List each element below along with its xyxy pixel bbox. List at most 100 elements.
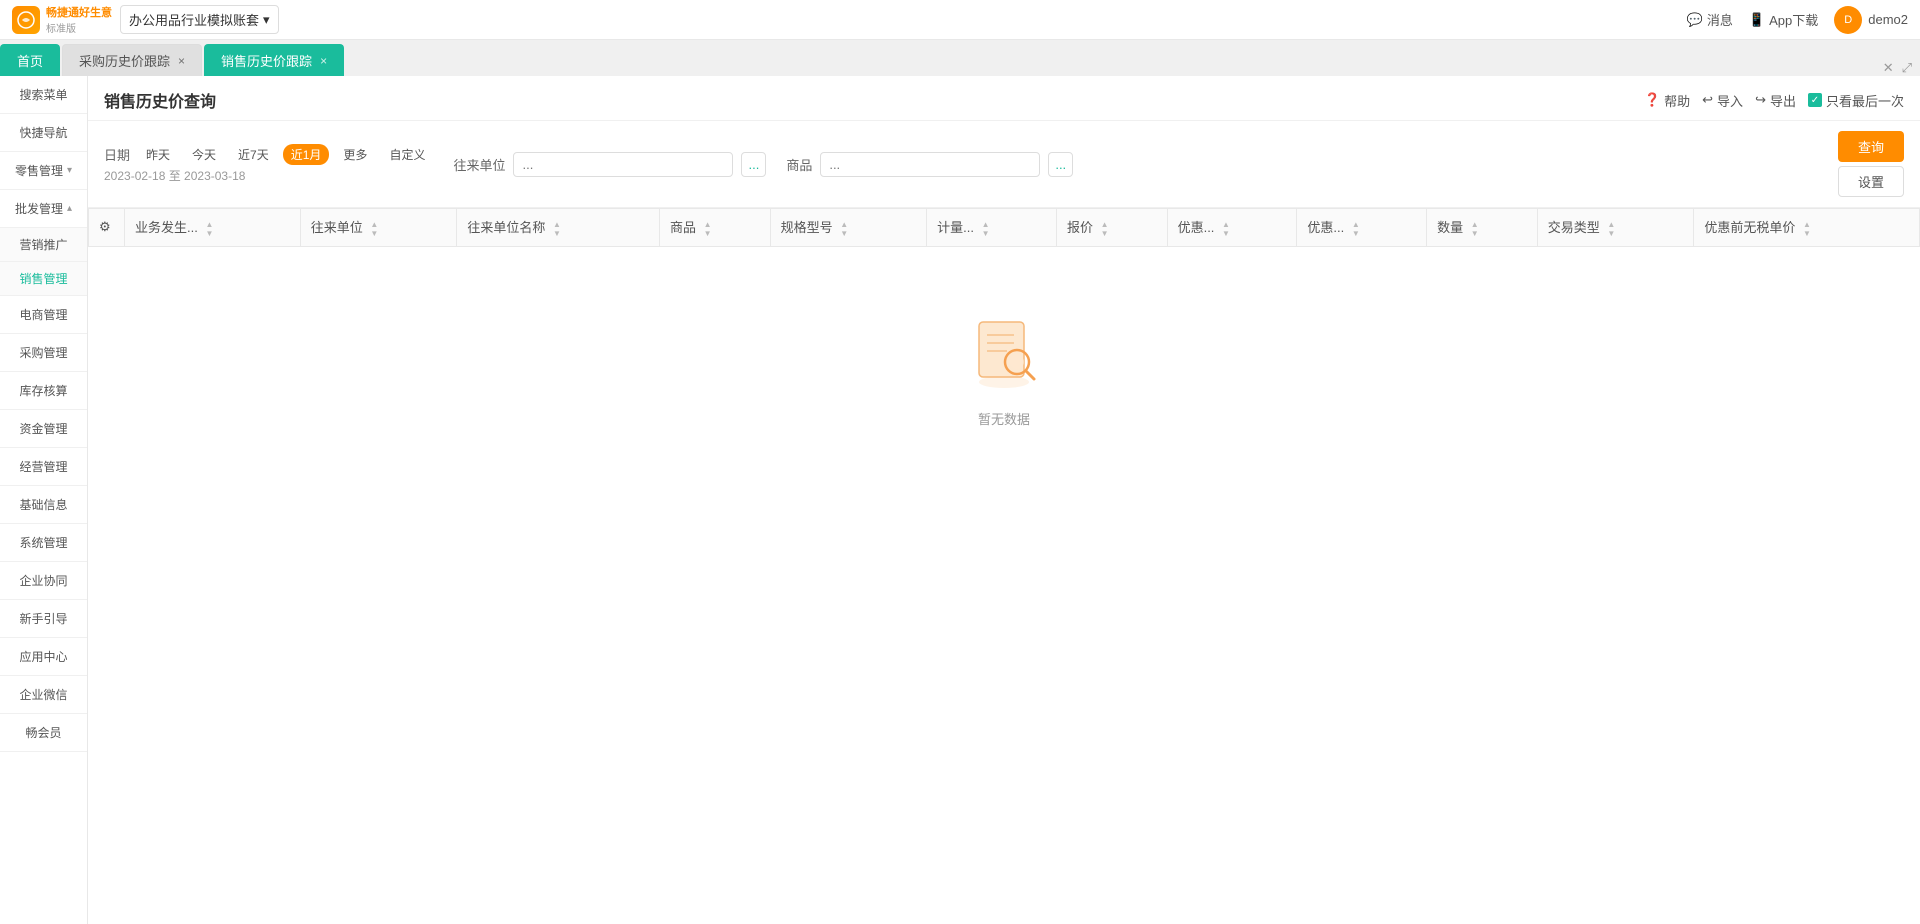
tab-purchase-history[interactable]: 采购历史价跟踪 × [62,44,202,76]
sidebar-sales-mgmt-label: 销售管理 [19,272,67,286]
sidebar-wholesale-label: 批发管理 [15,200,63,217]
sales-history-tab-close[interactable]: × [320,54,327,68]
sidebar-marketing-label: 营销推广 [19,238,67,252]
sort-price-icon: ▲▼ [1101,220,1109,238]
purchase-history-tab-label: 采购历史价跟踪 [79,51,170,70]
sales-history-tab-label: 销售历史价跟踪 [221,51,312,70]
gear-icon[interactable]: ⚙ [99,219,111,234]
table-col-quantity[interactable]: 数量 ▲▼ [1427,209,1538,247]
sidebar-item-finance[interactable]: 资金管理 [0,410,87,448]
sidebar-item-enterprise-wechat[interactable]: 企业微信 [0,676,87,714]
export-btn[interactable]: ↪ 导出 [1755,91,1796,110]
sidebar-item-enterprise-collab[interactable]: 企业协同 [0,562,87,600]
sidebar-item-retail-mgmt[interactable]: 零售管理 ▾ [0,152,87,190]
date-tab-today[interactable]: 今天 [184,144,224,165]
sidebar-item-quick-nav[interactable]: 快捷导航 [0,114,87,152]
filter-bar: 日期 昨天 今天 近7天 近1月 更多 自定义 2023-02-18 至 202… [88,121,1920,208]
sidebar-item-operations[interactable]: 经营管理 [0,448,87,486]
user-area[interactable]: D demo2 [1834,6,1908,34]
table-col-pre-discount-price[interactable]: 优惠前无税单价 ▲▼ [1694,209,1920,247]
sort-unit-icon: ▲▼ [982,220,990,238]
table-col-discount1[interactable]: 优惠... ▲▼ [1167,209,1297,247]
product-filter-group: 商品 ... [786,152,1073,177]
sidebar-item-purchase[interactable]: 采购管理 [0,334,87,372]
sidebar-enterprise-wechat-label: 企业微信 [19,686,67,703]
date-tabs: 昨天 今天 近7天 近1月 更多 自定义 [138,144,433,165]
empty-icon [959,307,1049,397]
sidebar-system-label: 系统管理 [19,534,67,551]
sidebar-search-menu-label: 搜索菜单 [19,86,67,103]
table-col-product[interactable]: 商品 ▲▼ [659,209,770,247]
empty-text: 暂无数据 [978,409,1030,428]
table-col-trade-type[interactable]: 交易类型 ▲▼ [1537,209,1694,247]
header-left: 畅捷通好生意 标准版 办公用品行业模拟账套 ▾ [12,4,279,35]
table-col-partner-name[interactable]: 往来单位名称 ▲▼ [457,209,660,247]
avatar: D [1834,6,1862,34]
partner-ellipsis-btn[interactable]: ... [741,152,766,177]
tab-home[interactable]: 首页 [0,44,60,76]
sidebar-item-basic-info[interactable]: 基础信息 [0,486,87,524]
help-icon: ❓ [1644,92,1660,108]
only-last-checkbox[interactable]: ✓ 只看最后一次 [1808,91,1904,110]
partner-filter-group: 往来单位 ... [453,152,766,177]
message-btn[interactable]: 💬 消息 [1687,10,1733,29]
product-ellipsis-btn[interactable]: ... [1048,152,1073,177]
date-tab-last7days[interactable]: 近7天 [230,144,277,165]
sidebar-item-marketing[interactable]: 营销推广 [0,228,87,262]
sidebar-item-app-center[interactable]: 应用中心 [0,638,87,676]
table-col-partner-code[interactable]: 往来单位 ▲▼ [300,209,457,247]
sidebar-item-inventory[interactable]: 库存核算 [0,372,87,410]
sidebar-item-ecommerce[interactable]: 电商管理 [0,296,87,334]
table-col-unit[interactable]: 计量... ▲▼ [927,209,1057,247]
date-tab-custom[interactable]: 自定义 [381,144,433,165]
sidebar-item-member[interactable]: 畅会员 [0,714,87,752]
product-label: 商品 [786,155,812,174]
page-header: 销售历史价查询 ❓ 帮助 ↩ 导入 ↪ 导出 ✓ [88,76,1920,121]
app-selector[interactable]: 办公用品行业模拟账套 ▾ [120,5,279,34]
message-icon: 💬 [1687,12,1703,28]
data-table: ⚙ 业务发生... ▲▼ 往来单位 ▲▼ 往来单位名称 [88,208,1920,247]
sidebar-item-beginner-guide[interactable]: 新手引导 [0,600,87,638]
page-content: 销售历史价查询 ❓ 帮助 ↩ 导入 ↪ 导出 ✓ [88,76,1920,924]
tab-actions: ✕ ⤢ [1883,60,1920,76]
table-col-biz-date[interactable]: 业务发生... ▲▼ [125,209,301,247]
table-col-spec[interactable]: 规格型号 ▲▼ [770,209,927,247]
sort-partner-name-icon: ▲▼ [553,220,561,238]
sort-pre-discount-price-icon: ▲▼ [1803,220,1811,238]
app-download-btn[interactable]: 📱 App下载 [1749,10,1818,29]
query-btn[interactable]: 查询 [1838,131,1904,162]
tab-close-all-icon[interactable]: ✕ [1883,60,1894,76]
date-tab-yesterday[interactable]: 昨天 [138,144,178,165]
sidebar-inventory-label: 库存核算 [19,382,67,399]
product-input[interactable] [820,152,1040,177]
chevron-down-icon: ▾ [263,12,270,28]
checkbox-icon: ✓ [1808,93,1822,107]
tab-sales-history[interactable]: 销售历史价跟踪 × [204,44,344,76]
import-btn[interactable]: ↩ 导入 [1702,91,1743,110]
sidebar-item-sales-mgmt[interactable]: 销售管理 [0,262,87,296]
header-right: 💬 消息 📱 App下载 D demo2 [1687,6,1908,34]
table-col-discount2[interactable]: 优惠... ▲▼ [1297,209,1427,247]
sort-spec-icon: ▲▼ [840,220,848,238]
sidebar-purchase-label: 采购管理 [19,344,67,361]
empty-state: 暂无数据 [88,247,1920,488]
partner-input[interactable] [513,152,733,177]
sidebar-item-wholesale-mgmt[interactable]: 批发管理 ▴ [0,190,87,228]
main-layout: 搜索菜单 快捷导航 零售管理 ▾ 批发管理 ▴ 营销推广 销售管理 电商管理 采… [0,76,1920,924]
sidebar-operations-label: 经营管理 [19,458,67,475]
help-btn[interactable]: ❓ 帮助 [1644,91,1690,110]
sidebar-item-search-menu[interactable]: 搜索菜单 [0,76,87,114]
table-col-gear: ⚙ [89,209,125,247]
sort-biz-date-icon: ▲▼ [205,220,213,238]
sort-discount1-icon: ▲▼ [1222,220,1230,238]
settings-btn[interactable]: 设置 [1838,166,1904,197]
sort-partner-code-icon: ▲▼ [370,220,378,238]
tab-maximize-icon[interactable]: ⤢ [1902,60,1912,76]
table-col-price[interactable]: 报价 ▲▼ [1056,209,1167,247]
date-tab-more[interactable]: 更多 [335,144,375,165]
content-area: 销售历史价查询 ❓ 帮助 ↩ 导入 ↪ 导出 ✓ [88,76,1920,924]
sidebar-item-system-mgmt[interactable]: 系统管理 [0,524,87,562]
date-tab-last1month[interactable]: 近1月 [283,144,330,165]
sort-product-icon: ▲▼ [704,220,712,238]
purchase-history-tab-close[interactable]: × [178,54,185,68]
